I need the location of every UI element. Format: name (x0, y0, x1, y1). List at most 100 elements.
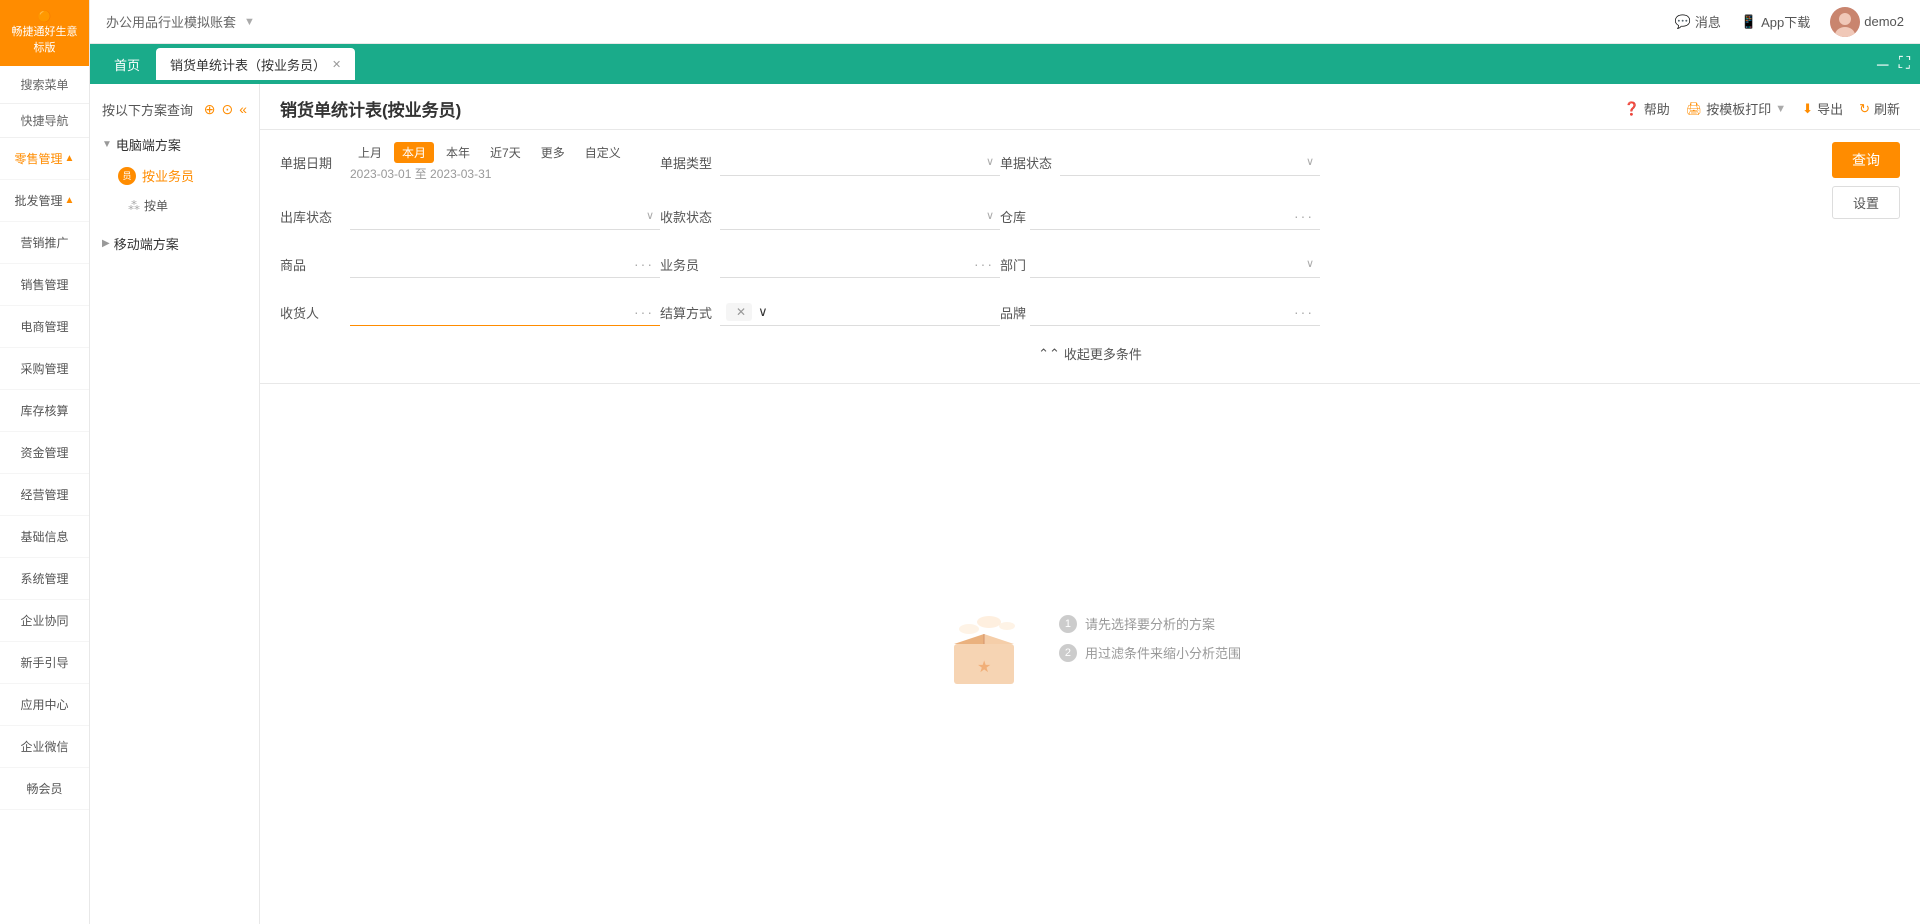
sidebar-item-company[interactable]: 企业协同 (0, 600, 89, 642)
date-tab-custom[interactable]: 自定义 (577, 142, 629, 163)
tab-maximize-icon[interactable]: ⛶ (1899, 55, 1910, 73)
payment-dropdown-icon: ∨ (986, 209, 994, 222)
filter-settlement: 结算方式 ✕ ∨ (660, 299, 1000, 326)
outstatus-control[interactable]: ∨ (350, 202, 660, 230)
date-tab-7days[interactable]: 近7天 (482, 142, 529, 163)
sidebar-item-appcenter[interactable]: 应用中心 (0, 684, 89, 726)
sidebar-logo[interactable]: 🟠 畅捷通好生意 标版 (0, 0, 89, 66)
sidebar-quick-nav[interactable]: 快捷导航 (0, 104, 89, 138)
salesperson-ellipsis-icon: ··· (974, 256, 994, 272)
filter-outstatus: 出库状态 ∨ (280, 202, 660, 230)
pc-group-label: 电脑端方案 (116, 135, 181, 154)
goods-control[interactable]: ··· (350, 250, 660, 278)
tip-num-2: 2 (1059, 644, 1077, 662)
message-action[interactable]: 💬 消息 (1675, 12, 1721, 31)
plan-subitem-order[interactable]: ⁂ 按单 (90, 191, 259, 220)
filter-brand: 品牌 ··· (1000, 298, 1320, 326)
tab-home[interactable]: 首页 (100, 48, 154, 80)
query-button[interactable]: 查询 (1832, 142, 1900, 178)
account-name[interactable]: 办公用品行业模拟账套 (106, 12, 236, 31)
page-title: 销货单统计表(按业务员) (280, 96, 461, 121)
sidebar-item-retail[interactable]: 零售管理 ▲ (0, 138, 89, 180)
left-panel: 按以下方案查询 ⊕ ⊙ « ▼ 电脑端方案 员 按业务员 ⁂ 按 (90, 84, 260, 924)
top-header: 办公用品行业模拟账套 ▼ 💬 消息 📱 App下载 de (90, 0, 1920, 44)
date-tabs: 上月 本月 本年 近7天 更多 自定义 (350, 142, 660, 163)
export-button[interactable]: ⬇ 导出 (1802, 99, 1843, 118)
brand-label: 品牌 (1000, 303, 1030, 322)
empty-illustration: ★ (939, 604, 1039, 704)
docstatus-label: 单据状态 (1000, 153, 1060, 172)
sidebar-item-purchase[interactable]: 采购管理 (0, 348, 89, 390)
filter-receiver: 收货人 ··· (280, 298, 660, 326)
sidebar-item-inventory[interactable]: 库存核算 (0, 390, 89, 432)
settlement-control[interactable]: ✕ ∨ (720, 299, 1000, 326)
search-btn-area: 查询 设置 (1822, 142, 1900, 219)
top-header-right: 💬 消息 📱 App下载 demo2 (1675, 7, 1904, 37)
user-action[interactable]: demo2 (1830, 7, 1904, 37)
sidebar-search-menu[interactable]: 搜索菜单 (0, 66, 89, 104)
sidebar-item-wechat[interactable]: 企业微信 (0, 726, 89, 768)
goods-ellipsis-icon: ··· (634, 256, 654, 272)
docstatus-control[interactable]: ∨ (1060, 148, 1320, 176)
sidebar-item-system[interactable]: 系统管理 (0, 558, 89, 600)
plan-item-salesperson[interactable]: 员 按业务员 (90, 160, 259, 191)
print-button[interactable]: 🖨 按模板打印 ▼ (1686, 99, 1786, 118)
tab-close-icon[interactable]: ✕ (332, 58, 341, 71)
filter-row-1: 单据日期 上月 本月 本年 近7天 更多 自定义 (280, 142, 1812, 182)
setting-button[interactable]: 设置 (1832, 186, 1900, 219)
sidebar-item-basic[interactable]: 基础信息 (0, 516, 89, 558)
page-header: 销货单统计表(按业务员) ❓ 帮助 🖨 按模板打印 ▼ ⬇ 导出 (260, 84, 1920, 130)
app-download-action[interactable]: 📱 App下载 (1741, 12, 1810, 31)
settlement-clear-icon[interactable]: ✕ (736, 305, 746, 319)
sidebar-item-newuser[interactable]: 新手引导 (0, 642, 89, 684)
tab-bar-right: － ⛶ (1875, 52, 1910, 76)
help-button[interactable]: ❓ 帮助 (1624, 99, 1670, 118)
sidebar-item-wholesale[interactable]: 批发管理 ▲ (0, 180, 89, 222)
department-control[interactable]: ∨ (1030, 250, 1320, 278)
account-dropdown-icon[interactable]: ▼ (244, 16, 255, 28)
sidebar-item-sales[interactable]: 销售管理 (0, 264, 89, 306)
sidebar-item-member[interactable]: 畅会员 (0, 768, 89, 810)
brand-control[interactable]: ··· (1030, 298, 1320, 326)
print-dropdown-icon[interactable]: ▼ (1775, 103, 1786, 115)
sidebar-item-finance[interactable]: 资金管理 (0, 432, 89, 474)
payment-control[interactable]: ∨ (720, 202, 1000, 230)
date-tab-thismonth[interactable]: 本月 (394, 142, 434, 163)
add-plan-icon[interactable]: ⊕ (204, 101, 216, 118)
mobile-plan-group-title[interactable]: ▶ 移动端方案 (90, 228, 259, 259)
filter-date: 单据日期 上月 本月 本年 近7天 更多 自定义 (280, 142, 660, 182)
refresh-label: 刷新 (1874, 99, 1900, 118)
filter-row-4: 收货人 ··· 结算方式 (280, 298, 1812, 326)
refresh-button[interactable]: ↻ 刷新 (1859, 99, 1900, 118)
home-tab-label: 首页 (114, 55, 140, 74)
sidebar-item-ecommerce[interactable]: 电商管理 (0, 306, 89, 348)
filter-goods: 商品 ··· (280, 250, 660, 278)
edit-plan-icon[interactable]: ⊙ (221, 101, 233, 118)
salesperson-control[interactable]: ··· (720, 250, 1000, 278)
brand-ellipsis-icon: ··· (1294, 304, 1314, 320)
left-panel-header: 按以下方案查询 ⊕ ⊙ « (90, 94, 259, 125)
warehouse-control[interactable]: ··· (1030, 202, 1320, 230)
date-tab-lastmonth[interactable]: 上月 (350, 142, 390, 163)
sidebar: 🟠 畅捷通好生意 标版 搜索菜单 快捷导航 零售管理 ▲ 批发管理 ▲ 营销推广… (0, 0, 90, 924)
warehouse-ellipsis-icon: ··· (1294, 208, 1314, 224)
filter-salesperson: 业务员 ··· (660, 250, 1000, 278)
collapse-button[interactable]: ⌃⌃ 收起更多条件 (1038, 344, 1142, 363)
pc-plan-group-title[interactable]: ▼ 电脑端方案 (90, 129, 259, 160)
pc-plan-group: ▼ 电脑端方案 员 按业务员 ⁂ 按单 (90, 129, 259, 220)
tab-minimize-icon[interactable]: － (1875, 52, 1891, 76)
goods-label: 商品 (280, 255, 350, 274)
sidebar-item-marketing[interactable]: 营销推广 (0, 222, 89, 264)
docstatus-dropdown-icon: ∨ (1306, 155, 1314, 168)
doctype-control[interactable]: ∨ (720, 148, 1000, 176)
subitem-icon: ⁂ (128, 199, 140, 213)
date-tab-more[interactable]: 更多 (533, 142, 573, 163)
date-tab-thisyear[interactable]: 本年 (438, 142, 478, 163)
collapse-panel-icon[interactable]: « (239, 101, 247, 118)
sidebar-item-business[interactable]: 经营管理 (0, 474, 89, 516)
receiver-control[interactable]: ··· (350, 298, 660, 326)
tip-text-1: 请先选择要分析的方案 (1085, 614, 1215, 633)
date-range: 2023-03-01 至 2023-03-31 (350, 165, 660, 182)
tab-sales-stat[interactable]: 销货单统计表（按业务员） ✕ (156, 48, 355, 80)
filter-doctype: 单据类型 ∨ (660, 148, 1000, 176)
